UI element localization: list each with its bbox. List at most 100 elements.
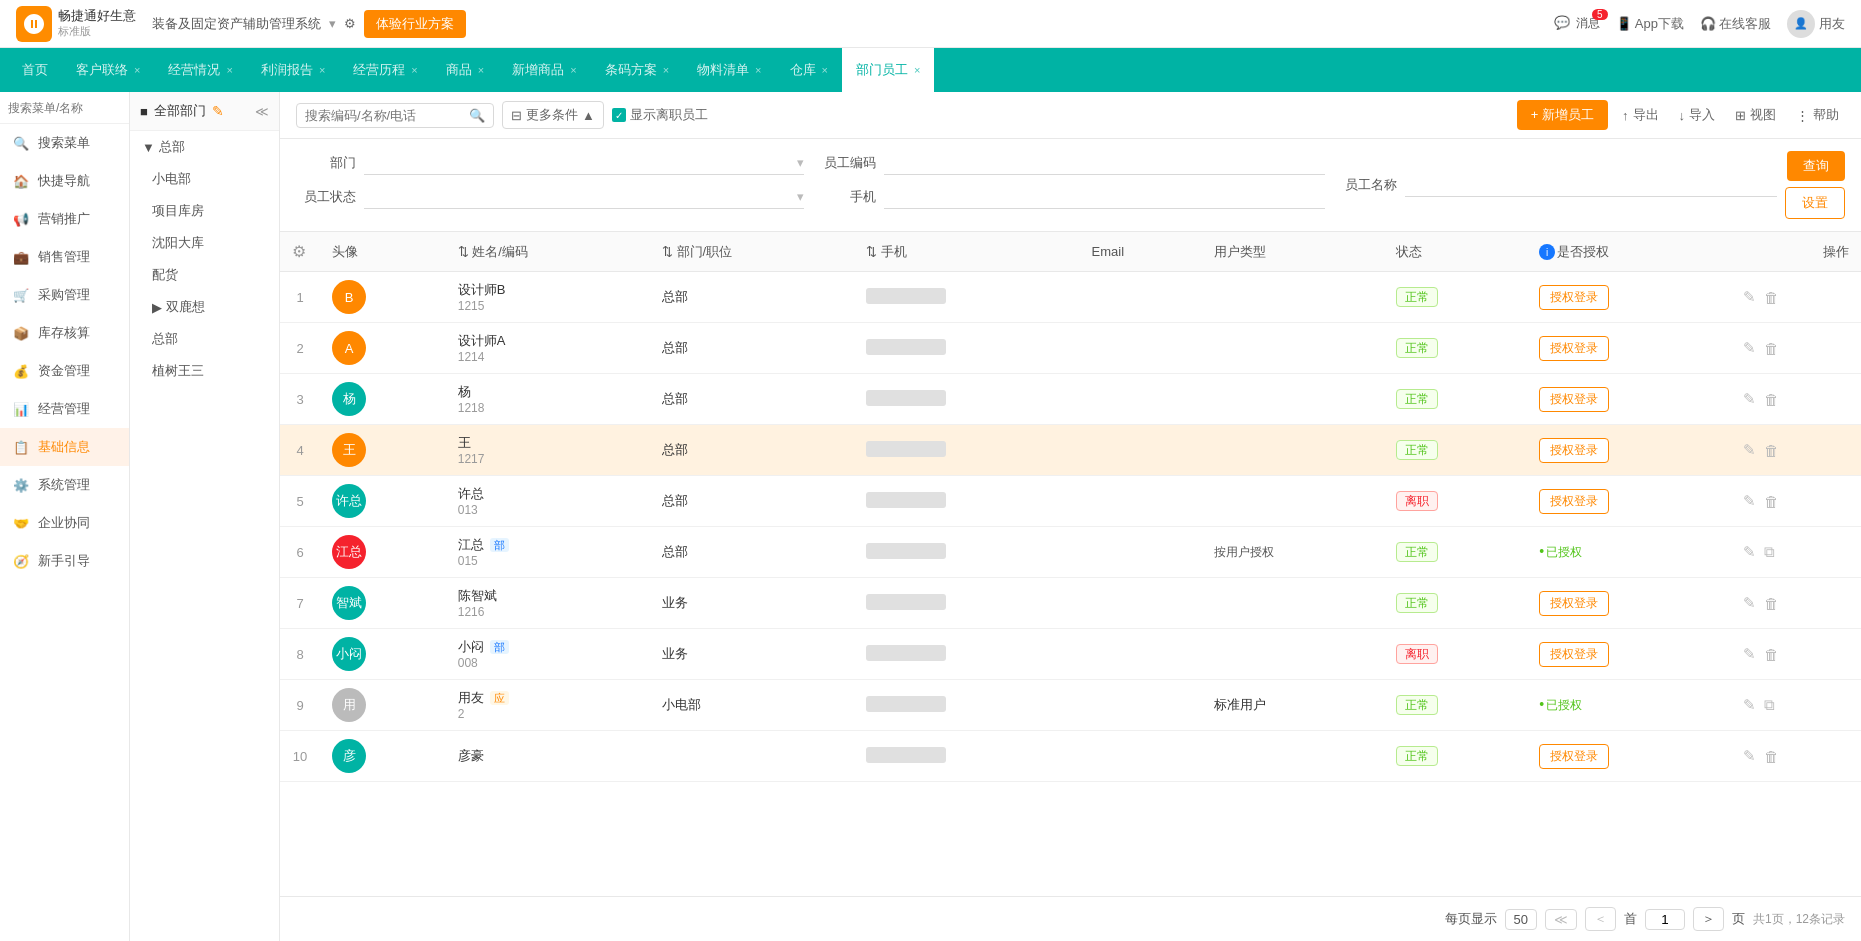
tab-bizstat-close[interactable]: × xyxy=(226,64,232,76)
sidebar-item-collab[interactable]: 🤝 企业协同 xyxy=(0,504,129,542)
sort-dept-icon[interactable]: ⇅ xyxy=(662,244,673,259)
sidebar-item-system[interactable]: ⚙️ 系统管理 xyxy=(0,466,129,504)
tab-customer-close[interactable]: × xyxy=(134,64,140,76)
edit-icon-1[interactable]: ✎ xyxy=(1743,288,1756,306)
copy-icon-9[interactable]: ⧉ xyxy=(1764,696,1775,714)
auth-btn-8[interactable]: 授权登录 xyxy=(1539,642,1609,667)
tab-goods-close[interactable]: × xyxy=(478,64,484,76)
tab-history[interactable]: 经营历程 × xyxy=(339,48,431,92)
show-resigned-toggle[interactable]: ✓ 显示离职员工 xyxy=(612,106,708,124)
add-emp-btn[interactable]: + 新增员工 xyxy=(1517,100,1608,130)
dept-item-shenyang[interactable]: 沈阳大库 xyxy=(130,227,279,259)
tab-bom[interactable]: 物料清单 × xyxy=(683,48,775,92)
sidebar-item-search[interactable]: 🔍 搜索菜单 xyxy=(0,124,129,162)
dept-collapse-icon[interactable]: ≪ xyxy=(255,104,269,119)
tab-dept-emp[interactable]: 部门员工 × xyxy=(842,48,934,92)
tab-barcode-close[interactable]: × xyxy=(663,64,669,76)
tab-warehouse-close[interactable]: × xyxy=(822,64,828,76)
views-btn[interactable]: ⊞ 视图 xyxy=(1729,102,1782,128)
tab-barcode[interactable]: 条码方案 × xyxy=(591,48,683,92)
dept-item-zongbu[interactable]: 总部 xyxy=(130,323,279,355)
auth-btn-7[interactable]: 授权登录 xyxy=(1539,591,1609,616)
filter-dept-select[interactable]: ▾ xyxy=(364,151,804,175)
sidebar-item-basic-info[interactable]: 📋 基础信息 xyxy=(0,428,129,466)
user-avatar[interactable]: 👤 用友 xyxy=(1787,10,1845,38)
page-input[interactable] xyxy=(1645,909,1685,930)
sidebar-item-marketing[interactable]: 📢 营销推广 xyxy=(0,200,129,238)
edit-icon-5[interactable]: ✎ xyxy=(1743,492,1756,510)
dept-item-zhishu[interactable]: 植树王三 xyxy=(130,355,279,387)
notification-btn[interactable]: 💬 5 消息 xyxy=(1554,15,1600,32)
gear-icon[interactable]: ⚙ xyxy=(344,16,356,31)
auth-btn-4[interactable]: 授权登录 xyxy=(1539,438,1609,463)
title-dropdown-icon[interactable]: ▾ xyxy=(329,16,336,31)
tab-bom-close[interactable]: × xyxy=(755,64,761,76)
dept-item-project[interactable]: 项目库房 xyxy=(130,195,279,227)
delete-icon-5[interactable]: 🗑 xyxy=(1764,493,1779,510)
edit-icon-7[interactable]: ✎ xyxy=(1743,594,1756,612)
edit-icon-9[interactable]: ✎ xyxy=(1743,696,1756,714)
dept-item-shuanglu[interactable]: ▶ 双鹿想 xyxy=(130,291,279,323)
online-service-btn[interactable]: 🎧 在线客服 xyxy=(1700,15,1771,33)
copy-icon-6[interactable]: ⧉ xyxy=(1764,543,1775,561)
dept-item-peihuo[interactable]: 配货 xyxy=(130,259,279,291)
delete-icon-1[interactable]: 🗑 xyxy=(1764,289,1779,306)
tab-customer[interactable]: 客户联络 × xyxy=(62,48,154,92)
tab-warehouse[interactable]: 仓库 × xyxy=(776,48,842,92)
auth-btn-10[interactable]: 授权登录 xyxy=(1539,744,1609,769)
app-download-btn[interactable]: 📱 App下载 xyxy=(1616,15,1684,33)
sidebar-item-quicknav[interactable]: 🏠 快捷导航 xyxy=(0,162,129,200)
more-action-btn[interactable]: ⋮ 帮助 xyxy=(1790,102,1845,128)
tab-bizstat[interactable]: 经营情况 × xyxy=(154,48,246,92)
dept-edit-icon[interactable]: ✎ xyxy=(212,103,224,119)
export-btn[interactable]: ↑ 导出 xyxy=(1616,102,1665,128)
auth-btn-3[interactable]: 授权登录 xyxy=(1539,387,1609,412)
import-btn[interactable]: ↓ 导入 xyxy=(1673,102,1722,128)
sort-phone-icon[interactable]: ⇅ xyxy=(866,244,877,259)
delete-icon-8[interactable]: 🗑 xyxy=(1764,646,1779,663)
dept-item-xiaodibu[interactable]: 小电部 xyxy=(130,163,279,195)
tab-history-close[interactable]: × xyxy=(411,64,417,76)
sidebar-item-management[interactable]: 📊 经营管理 xyxy=(0,390,129,428)
prev-page-btn[interactable]: ＜ xyxy=(1585,907,1616,931)
first-page-btn[interactable]: ≪ xyxy=(1545,909,1577,930)
per-page-value[interactable]: 50 xyxy=(1505,909,1537,930)
sidebar-search-input[interactable] xyxy=(8,101,130,115)
filter-phone-input[interactable] xyxy=(884,185,1324,209)
try-btn[interactable]: 体验行业方案 xyxy=(364,10,466,38)
next-page-btn[interactable]: ＞ xyxy=(1693,907,1724,931)
tab-profit-close[interactable]: × xyxy=(319,64,325,76)
sidebar-item-sales[interactable]: 💼 销售管理 xyxy=(0,238,129,276)
edit-icon-4[interactable]: ✎ xyxy=(1743,441,1756,459)
tab-goods[interactable]: 商品 × xyxy=(432,48,498,92)
column-settings-icon[interactable]: ⚙ xyxy=(292,243,306,260)
dept-item-general[interactable]: ▼ 总部 xyxy=(130,131,279,163)
sort-name-icon[interactable]: ⇅ xyxy=(458,244,469,259)
delete-icon-10[interactable]: 🗑 xyxy=(1764,748,1779,765)
tab-add-goods-close[interactable]: × xyxy=(570,64,576,76)
auth-btn-2[interactable]: 授权登录 xyxy=(1539,336,1609,361)
sidebar-item-purchase[interactable]: 🛒 采购管理 xyxy=(0,276,129,314)
edit-icon-3[interactable]: ✎ xyxy=(1743,390,1756,408)
query-btn[interactable]: 查询 xyxy=(1787,151,1845,181)
set-btn[interactable]: 设置 xyxy=(1785,187,1845,219)
tab-home[interactable]: 首页 xyxy=(8,48,62,92)
more-filter-btn[interactable]: ⊟ 更多条件 ▲ xyxy=(502,101,604,129)
filter-empcode-input[interactable] xyxy=(884,151,1324,175)
edit-icon-2[interactable]: ✎ xyxy=(1743,339,1756,357)
auth-btn-1[interactable]: 授权登录 xyxy=(1539,285,1609,310)
search-input[interactable] xyxy=(305,108,465,123)
auth-btn-5[interactable]: 授权登录 xyxy=(1539,489,1609,514)
edit-icon-10[interactable]: ✎ xyxy=(1743,747,1756,765)
delete-icon-4[interactable]: 🗑 xyxy=(1764,442,1779,459)
delete-icon-2[interactable]: 🗑 xyxy=(1764,340,1779,357)
edit-icon-8[interactable]: ✎ xyxy=(1743,645,1756,663)
delete-icon-3[interactable]: 🗑 xyxy=(1764,391,1779,408)
tab-profit[interactable]: 利润报告 × xyxy=(247,48,339,92)
sidebar-item-inventory[interactable]: 📦 库存核算 xyxy=(0,314,129,352)
filter-empname-input[interactable] xyxy=(1405,173,1777,197)
sidebar-item-finance[interactable]: 💰 资金管理 xyxy=(0,352,129,390)
delete-icon-7[interactable]: 🗑 xyxy=(1764,595,1779,612)
tab-dept-emp-close[interactable]: × xyxy=(914,64,920,76)
tab-add-goods[interactable]: 新增商品 × xyxy=(498,48,590,92)
